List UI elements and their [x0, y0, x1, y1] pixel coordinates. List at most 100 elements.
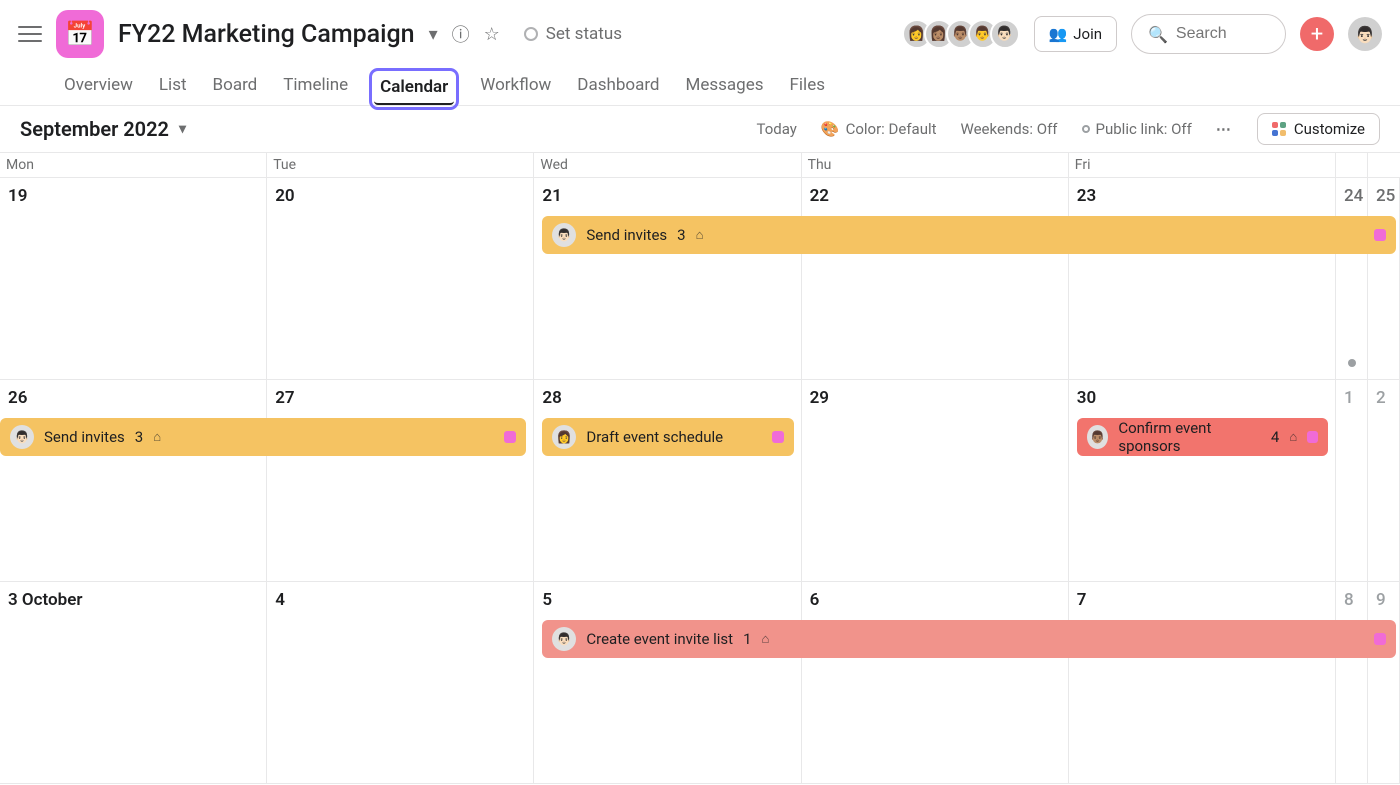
palette-icon: 🎨: [821, 120, 840, 138]
more-menu[interactable]: ⋯: [1216, 120, 1233, 138]
day-number: 21: [542, 186, 792, 206]
circle-icon: [1082, 125, 1090, 133]
plus-icon: +: [1311, 22, 1323, 47]
day-cell[interactable]: 7: [1069, 582, 1336, 783]
chevron-down-icon[interactable]: ▾: [429, 24, 438, 45]
project-title: FY22 Marketing Campaign: [118, 20, 415, 49]
event-count: 1: [743, 630, 751, 648]
day-cell[interactable]: 8: [1336, 582, 1368, 783]
add-button[interactable]: +: [1300, 17, 1334, 51]
day-cell[interactable]: 22: [802, 178, 1069, 379]
dow-header: Tue: [267, 153, 534, 177]
day-number: 9: [1376, 590, 1391, 610]
team-avatar[interactable]: 👨🏻: [990, 19, 1020, 49]
day-cell[interactable]: 28: [534, 380, 801, 581]
tab-messages[interactable]: Messages: [686, 75, 764, 105]
day-cell[interactable]: 1: [1336, 380, 1368, 581]
dow-header: Wed: [534, 153, 801, 177]
join-button[interactable]: 👥 Join: [1034, 16, 1117, 52]
info-icon[interactable]: ⓘ: [452, 21, 470, 47]
calendar-event[interactable]: 👩 Draft event schedule: [542, 418, 793, 456]
subtask-icon: ⌂: [696, 227, 704, 243]
tab-list[interactable]: List: [159, 75, 187, 105]
customize-label: Customize: [1294, 120, 1365, 138]
assignee-avatar: 👩: [552, 425, 576, 449]
today-button[interactable]: Today: [756, 120, 796, 138]
subtask-icon: ⌂: [1289, 429, 1297, 445]
tab-calendar[interactable]: Calendar: [374, 73, 454, 105]
calendar-event[interactable]: 👨🏽Confirm event sponsors4⌂: [1077, 418, 1328, 456]
event-project-tag: [504, 431, 516, 443]
day-number: 3 October: [8, 590, 258, 610]
day-number: 8: [1344, 590, 1359, 610]
event-project-tag: [1374, 229, 1386, 241]
assignee-avatar: 👨🏻: [552, 627, 576, 651]
tab-board[interactable]: Board: [213, 75, 258, 105]
day-number: 20: [275, 186, 525, 206]
dow-header: [1368, 153, 1400, 177]
event-project-tag: [1307, 431, 1318, 443]
day-cell[interactable]: 2: [1368, 380, 1400, 581]
day-number: 30: [1077, 388, 1327, 408]
tab-files[interactable]: Files: [790, 75, 825, 105]
day-number: 26: [8, 388, 258, 408]
public-link-toggle[interactable]: Public link: Off: [1082, 120, 1192, 138]
tab-workflow[interactable]: Workflow: [480, 75, 551, 105]
calendar-event[interactable]: 👨🏻 Create event invite list 1 ⌂: [542, 620, 1396, 658]
subtask-icon: ⌂: [762, 631, 770, 647]
day-cell[interactable]: 6: [802, 582, 1069, 783]
day-number: 25: [1376, 186, 1391, 206]
day-cell[interactable]: 23: [1069, 178, 1336, 379]
day-cell[interactable]: 3 October: [0, 582, 267, 783]
star-icon[interactable]: ☆: [484, 24, 500, 45]
tab-overview[interactable]: Overview: [64, 75, 133, 105]
project-icon: 📅: [56, 10, 104, 58]
me-avatar[interactable]: 👨🏻: [1348, 17, 1382, 51]
month-picker[interactable]: September 2022 ▾: [20, 117, 186, 141]
tab-dashboard[interactable]: Dashboard: [577, 75, 659, 105]
indicator-dot: [1348, 359, 1356, 367]
day-number: 4: [275, 590, 525, 610]
day-number: 24: [1344, 186, 1359, 206]
day-cell[interactable]: 25: [1368, 178, 1400, 379]
day-cell[interactable]: 9: [1368, 582, 1400, 783]
day-number: 2: [1376, 388, 1391, 408]
day-cell[interactable]: 19: [0, 178, 267, 379]
dow-header: Mon: [0, 153, 267, 177]
day-cell[interactable]: 24: [1336, 178, 1368, 379]
event-project-tag: [1374, 633, 1386, 645]
tab-timeline[interactable]: Timeline: [283, 75, 348, 105]
day-cell[interactable]: 4: [267, 582, 534, 783]
search-input[interactable]: [1176, 25, 1269, 43]
search-box[interactable]: 🔍: [1131, 14, 1286, 54]
event-title: Create event invite list: [586, 630, 733, 648]
team-avatars[interactable]: 👩👩🏽👨🏽👨👨🏻: [902, 19, 1020, 49]
day-number: 6: [810, 590, 1060, 610]
dow-header: [1336, 153, 1368, 177]
calendar-event[interactable]: 👨🏻Send invites3⌂: [0, 418, 526, 456]
day-cell[interactable]: 29: [802, 380, 1069, 581]
event-title: Send invites: [44, 428, 125, 446]
customize-button[interactable]: Customize: [1257, 113, 1380, 145]
event-title: Send invites: [586, 226, 667, 244]
day-number: 23: [1077, 186, 1327, 206]
day-number: 5: [542, 590, 792, 610]
grid-icon: [1272, 122, 1286, 136]
day-cell[interactable]: 26: [0, 380, 267, 581]
set-status-button[interactable]: Set status: [524, 24, 622, 44]
day-number: 27: [275, 388, 525, 408]
weekends-toggle[interactable]: Weekends: Off: [961, 120, 1058, 138]
event-title: Draft event schedule: [586, 428, 723, 446]
day-cell[interactable]: 30: [1069, 380, 1336, 581]
day-number: 28: [542, 388, 792, 408]
color-menu[interactable]: 🎨 Color: Default: [821, 120, 937, 138]
day-cell[interactable]: 5: [534, 582, 801, 783]
menu-toggle[interactable]: [18, 22, 42, 46]
assignee-avatar: 👨🏽: [1087, 425, 1109, 449]
assignee-avatar: 👨🏻: [10, 425, 34, 449]
day-number: 22: [810, 186, 1060, 206]
day-cell[interactable]: 20: [267, 178, 534, 379]
day-cell[interactable]: 21: [534, 178, 801, 379]
calendar-event[interactable]: 👨🏻Send invites3⌂: [542, 216, 1396, 254]
day-cell[interactable]: 27: [267, 380, 534, 581]
